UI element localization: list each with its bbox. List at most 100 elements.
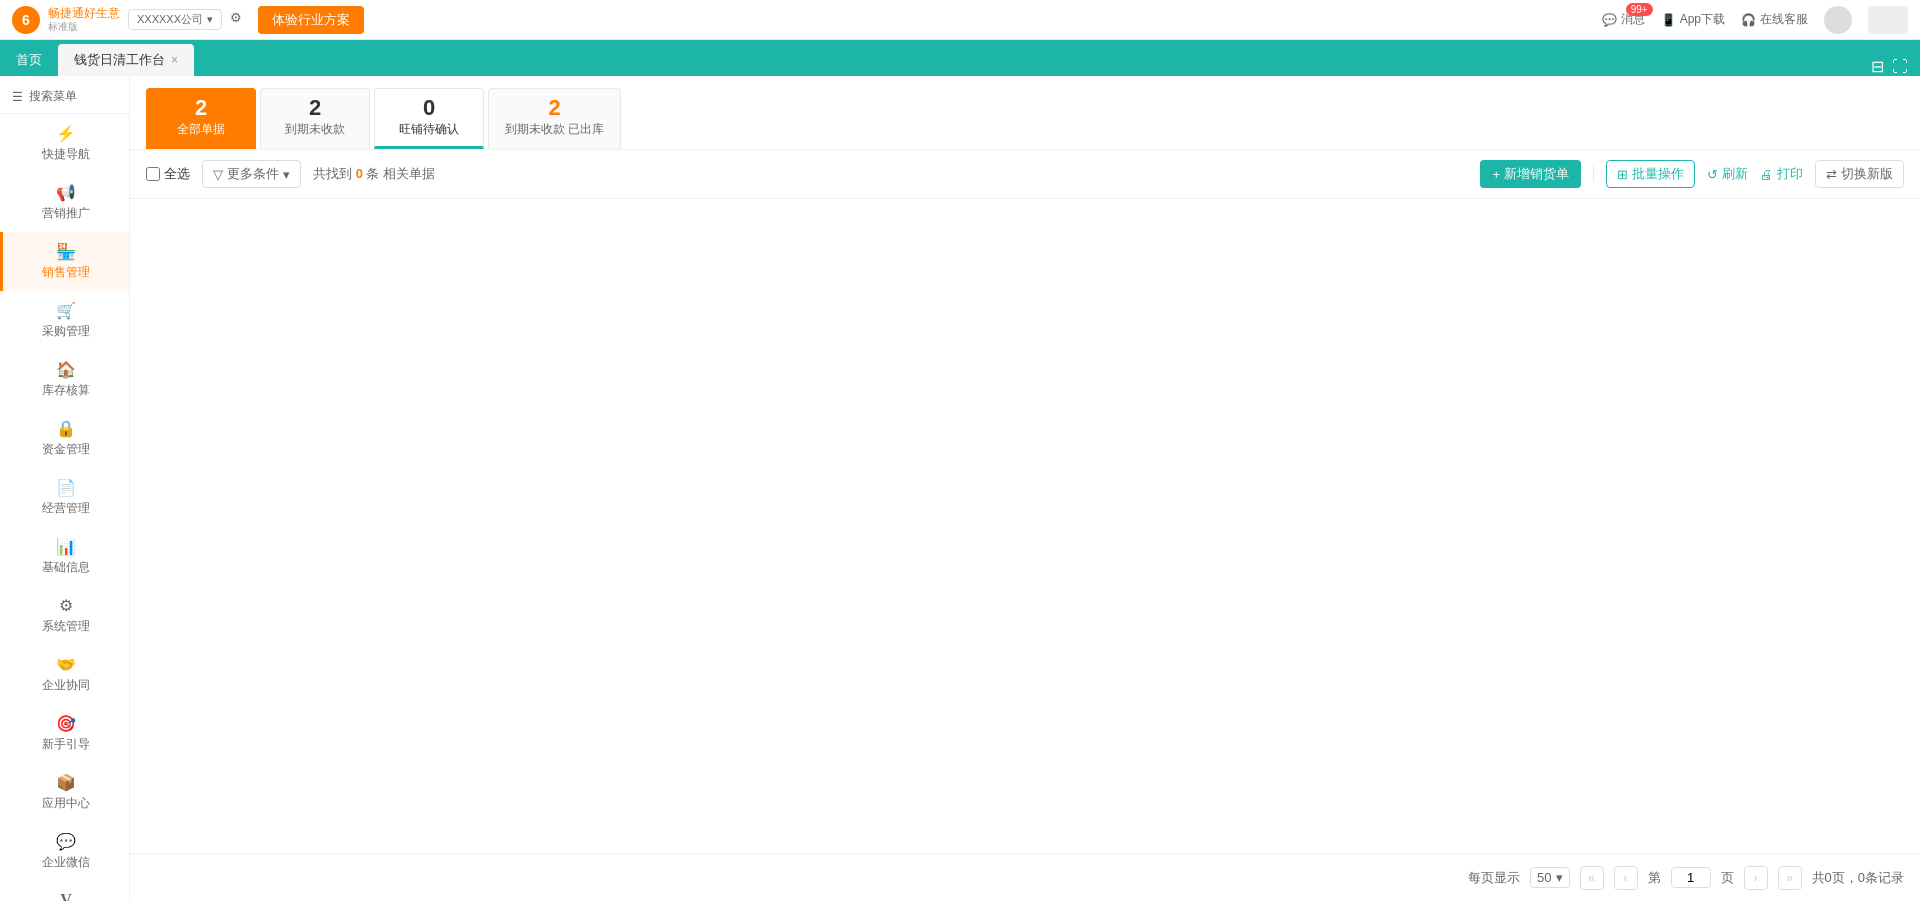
nav-minimize-icon[interactable]: ⊟ <box>1871 57 1884 76</box>
status-tab-all[interactable]: 2 全部单据 <box>146 88 256 149</box>
app-center-label: 应用中心 <box>42 795 90 812</box>
tab-active[interactable]: 钱货日清工作台 × <box>58 44 194 76</box>
quick-nav-icon: ⚡ <box>56 124 76 143</box>
found-text: 共找到 0 条 相关单据 <box>313 165 435 183</box>
beginner-icon: 🎯 <box>56 714 76 733</box>
company-selector[interactable]: XXXXXX公司 ▾ <box>128 9 222 30</box>
message-icon: 💬 <box>1602 13 1617 27</box>
sales-label: 销售管理 <box>42 264 90 281</box>
corp-coop-icon: 🤝 <box>56 655 76 674</box>
settings-icon[interactable]: ⚙ <box>230 10 250 30</box>
main-layout: ☰ 搜索菜单 ⚡ 快捷导航 📢 营销推广 🏪 销售管理 🛒 采购管理 🏠 库存核… <box>0 76 1920 901</box>
prev-page-icon: ‹ <box>1624 871 1628 885</box>
sidebar-item-app-center[interactable]: 📦 应用中心 <box>0 763 129 822</box>
status-tab-pending[interactable]: 0 旺铺待确认 <box>374 88 484 149</box>
app-download-icon: 📱 <box>1661 13 1676 27</box>
sidebar-item-base-info[interactable]: 📊 基础信息 <box>0 527 129 586</box>
sidebar-item-vip[interactable]: V 畅会员 <box>0 881 129 901</box>
user-info[interactable] <box>1868 6 1908 34</box>
batch-op-btn[interactable]: ⊞ 批量操作 <box>1606 160 1695 188</box>
message-badge: 99+ <box>1626 3 1653 16</box>
tab-home[interactable]: 首页 <box>0 44 58 76</box>
first-page-btn[interactable]: « <box>1580 866 1604 890</box>
status-tab-overdue[interactable]: 2 到期未收款 <box>260 88 370 149</box>
sidebar-item-quick-nav[interactable]: ⚡ 快捷导航 <box>0 114 129 173</box>
filter-label: 更多条件 <box>227 165 279 183</box>
sidebar-item-capital[interactable]: 🔒 资金管理 <box>0 409 129 468</box>
corp-coop-label: 企业协同 <box>42 677 90 694</box>
toolbar-left: 全选 ▽ 更多条件 ▾ 共找到 0 条 相关单据 <box>146 160 1468 188</box>
table-area <box>130 199 1920 853</box>
print-label: 打印 <box>1777 165 1803 183</box>
message-btn[interactable]: 💬 消息 99+ <box>1602 11 1645 28</box>
base-info-label: 基础信息 <box>42 559 90 576</box>
next-page-btn[interactable]: › <box>1744 866 1768 890</box>
marketing-label: 营销推广 <box>42 205 90 222</box>
experience-btn[interactable]: 体验行业方案 <box>258 6 364 34</box>
brand-name: 畅捷通好生意 <box>48 6 120 20</box>
page-input[interactable] <box>1671 867 1711 888</box>
sidebar-item-corp-coop[interactable]: 🤝 企业协同 <box>0 645 129 704</box>
switch-version-btn[interactable]: ⇄ 切换新版 <box>1815 160 1904 188</box>
filter-btn[interactable]: ▽ 更多条件 ▾ <box>202 160 301 188</box>
per-page-select[interactable]: 50 ▾ <box>1530 867 1569 888</box>
corp-wechat-label: 企业微信 <box>42 854 90 871</box>
sidebar-item-corp-wechat[interactable]: 💬 企业微信 <box>0 822 129 881</box>
app-download-btn[interactable]: 📱 App下载 <box>1661 11 1725 28</box>
last-page-icon: » <box>1786 871 1793 885</box>
brand-logo: 6 <box>12 6 40 34</box>
status-tab-all-num: 2 <box>163 97 239 119</box>
select-all-label: 全选 <box>164 165 190 183</box>
nav-controls: ⊟ ⛶ <box>1871 57 1920 76</box>
sidebar-item-sys[interactable]: ⚙ 系统管理 <box>0 586 129 645</box>
toolbar: 全选 ▽ 更多条件 ▾ 共找到 0 条 相关单据 <box>130 150 1920 199</box>
tab-active-label: 钱货日清工作台 <box>74 51 165 69</box>
avatar[interactable] <box>1824 6 1852 34</box>
per-page-dropdown-icon: ▾ <box>1556 870 1563 885</box>
content: 2 全部单据 2 到期未收款 0 旺铺待确认 2 到期未收款 已出库 <box>130 76 1920 901</box>
sidebar-item-biz[interactable]: 📄 经营管理 <box>0 468 129 527</box>
page-prefix: 第 <box>1648 869 1661 887</box>
search-menu-icon: ☰ <box>12 90 23 104</box>
app-center-icon: 📦 <box>56 773 76 792</box>
sidebar-item-purchase[interactable]: 🛒 采购管理 <box>0 291 129 350</box>
print-icon: 🖨 <box>1760 167 1773 182</box>
prev-page-btn[interactable]: ‹ <box>1614 866 1638 890</box>
biz-icon: 📄 <box>56 478 76 497</box>
sidebar-item-beginner[interactable]: 🎯 新手引导 <box>0 704 129 763</box>
company-name: XXXXXX公司 <box>137 12 203 27</box>
topbar-left: 6 畅捷通好生意 标准版 XXXXXX公司 ▾ ⚙ 体验行业方案 <box>12 6 364 34</box>
first-page-icon: « <box>1588 871 1595 885</box>
select-all-checkbox[interactable]: 全选 <box>146 165 190 183</box>
tab-close-icon[interactable]: × <box>171 53 178 67</box>
vip-icon: V <box>60 891 72 901</box>
last-page-btn[interactable]: » <box>1778 866 1802 890</box>
pagination: 每页显示 50 ▾ « ‹ 第 页 › » <box>130 853 1920 901</box>
sidebar-item-inventory[interactable]: 🏠 库存核算 <box>0 350 129 409</box>
total-text: 共0页，0条记录 <box>1812 869 1904 887</box>
online-service-label: 在线客服 <box>1760 11 1808 28</box>
nav-fullscreen-icon[interactable]: ⛶ <box>1892 58 1908 76</box>
toolbar-right: + 新增销货单 ⊞ 批量操作 ↺ 刷新 🖨 打印 <box>1480 160 1904 188</box>
select-all-input[interactable] <box>146 167 160 181</box>
sidebar-search[interactable]: ☰ 搜索菜单 <box>0 80 129 114</box>
batch-label: 批量操作 <box>1632 165 1684 183</box>
status-tab-pending-label: 旺铺待确认 <box>391 121 467 138</box>
refresh-btn[interactable]: ↺ 刷新 <box>1707 165 1748 183</box>
filter-chevron-icon: ▾ <box>283 167 290 182</box>
add-sales-btn[interactable]: + 新增销货单 <box>1480 160 1581 188</box>
online-service-icon: 🎧 <box>1741 13 1756 27</box>
filter-icon: ▽ <box>213 167 223 182</box>
status-tab-overdue-label: 到期未收款 <box>277 121 353 138</box>
content-inner: 2 全部单据 2 到期未收款 0 旺铺待确认 2 到期未收款 已出库 <box>130 76 1920 901</box>
sys-icon: ⚙ <box>59 596 73 615</box>
online-service-btn[interactable]: 🎧 在线客服 <box>1741 11 1808 28</box>
status-tab-all-label: 全部单据 <box>163 121 239 138</box>
sidebar-item-sales[interactable]: 🏪 销售管理 <box>0 232 129 291</box>
per-page-label: 每页显示 <box>1468 869 1520 887</box>
sidebar-item-marketing[interactable]: 📢 营销推广 <box>0 173 129 232</box>
print-btn[interactable]: 🖨 打印 <box>1760 165 1803 183</box>
status-tab-overdue-shipped[interactable]: 2 到期未收款 已出库 <box>488 88 621 149</box>
batch-icon: ⊞ <box>1617 167 1628 182</box>
add-label: 新增销货单 <box>1504 165 1569 183</box>
